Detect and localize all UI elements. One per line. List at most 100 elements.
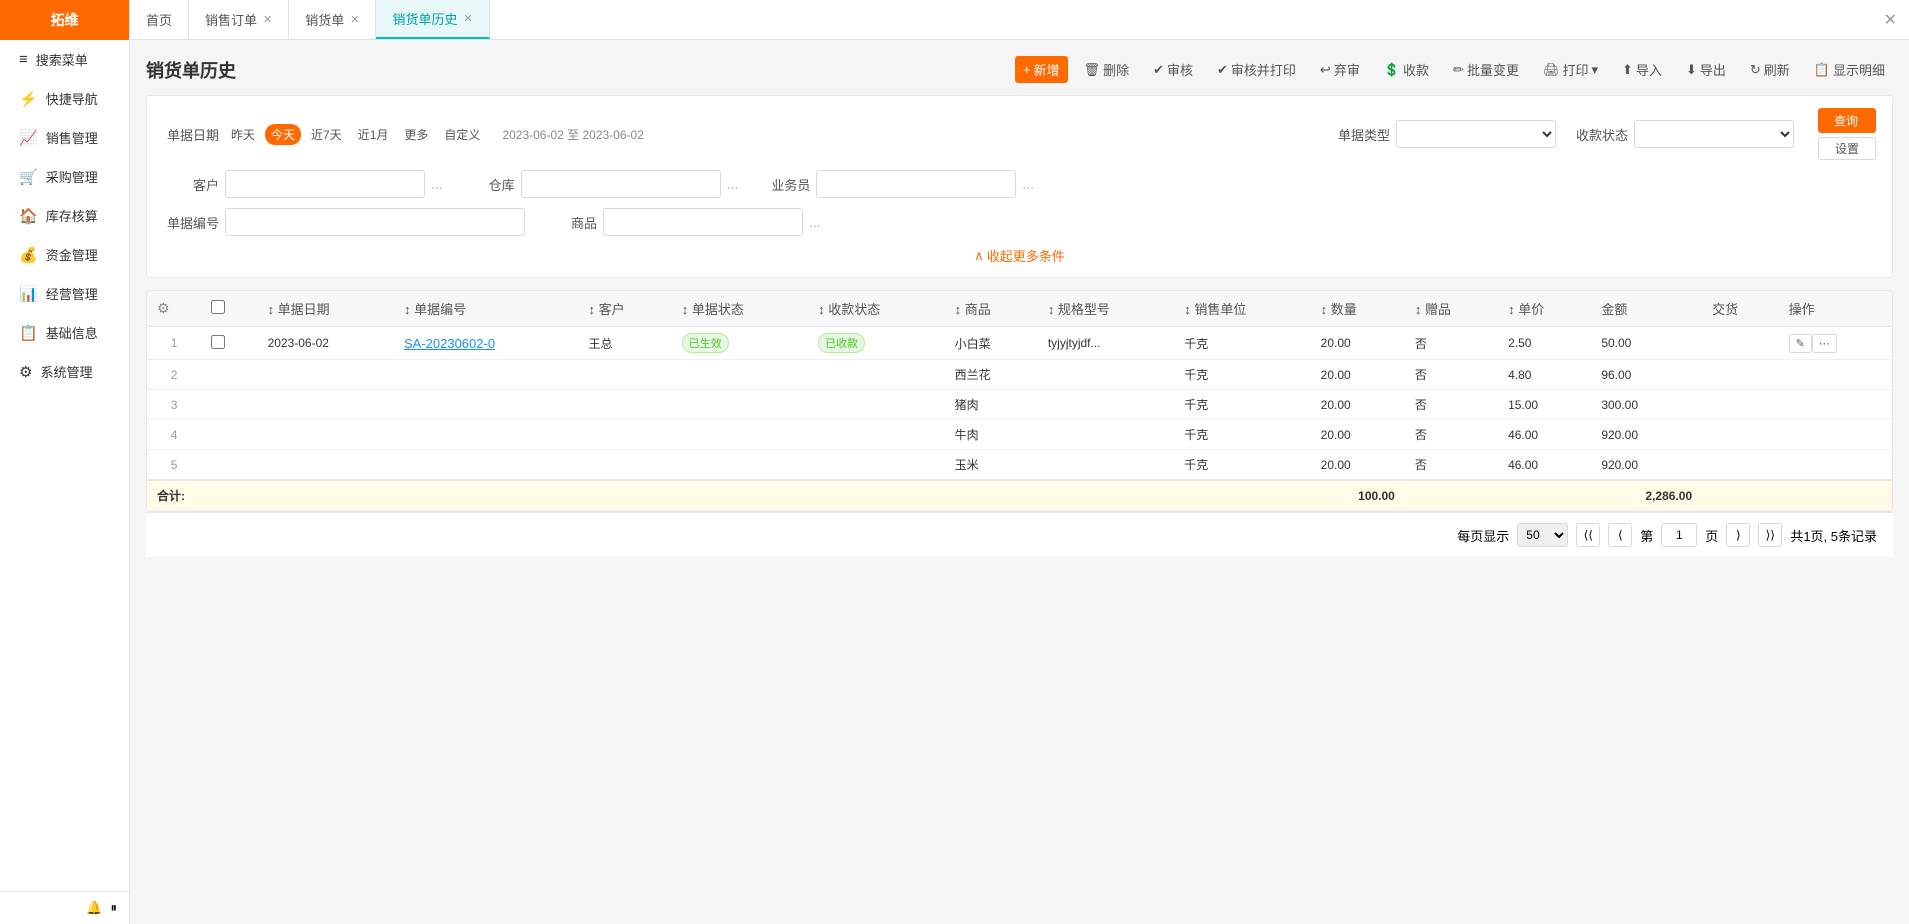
sidebar-item-base-info[interactable]: 📋 基础信息 [0,313,129,352]
print-button[interactable]: 🖨 打印 ▾ [1535,56,1606,83]
tab-home[interactable]: 首页 [130,0,189,39]
show-detail-button[interactable]: 📋 显示明细 [1806,56,1893,83]
last-page-button[interactable]: ⟩⟩ [1758,523,1782,547]
delete-button[interactable]: 🗑 删除 [1076,56,1138,83]
tab-sales-history-close[interactable]: ✕ [464,12,473,25]
abandon-button[interactable]: ↩ 弃审 [1312,56,1368,83]
query-button[interactable]: 查询 [1818,108,1876,133]
sidebar-bottom: 🔔 ⏸ [0,891,129,924]
tab-sales-delivery[interactable]: 销货单 ✕ [289,0,376,39]
date-tag-7days[interactable]: 近7天 [305,124,348,145]
col-spec[interactable]: ↕ 规格型号 [1038,291,1174,327]
export-button[interactable]: ⬇ 导出 [1678,56,1734,83]
col-doc-no[interactable]: ↕ 单据编号 [394,291,579,327]
next-page-button[interactable]: ⟩ [1726,523,1750,547]
sidebar-collapse[interactable]: 🔔 ⏸ [0,892,129,924]
inventory-icon: 🏠 [19,207,38,225]
prev-page-button[interactable]: ⟨ [1608,523,1632,547]
date-tag-yesterday[interactable]: 昨天 [225,124,261,145]
audit-button[interactable]: ✔ 审核 [1145,56,1201,83]
sidebar-item-operations[interactable]: 📊 经营管理 [0,274,129,313]
col-customer[interactable]: ↕ 客户 [579,291,672,327]
show-detail-label: 显示明细 [1833,60,1885,79]
col-qty[interactable]: ↕ 数量 [1311,291,1405,327]
action-cell: ✎⋯ [1779,327,1892,360]
table-settings-icon[interactable]: ⚙ [157,300,170,316]
col-unit[interactable]: ↕ 销售单位 [1174,291,1310,327]
col-gift[interactable]: ↕ 赠品 [1405,291,1498,327]
cell-goods: 西兰花 [945,360,1038,390]
first-page-button[interactable]: ⟨⟨ [1576,523,1600,547]
tab-sales-history[interactable]: 销货单历史 ✕ [376,0,489,39]
col-doc-status[interactable]: ↕ 单据状态 [672,291,808,327]
cell-price: 4.80 [1498,360,1591,390]
customer-input[interactable] [225,170,425,198]
row-checkbox[interactable] [211,335,225,349]
import-button[interactable]: ⬆ 导入 [1614,56,1670,83]
sidebar-item-system[interactable]: ⚙ 系统管理 [0,352,129,391]
collect-button[interactable]: 💲 收款 [1376,56,1437,83]
tab-sales-order[interactable]: 销售订单 ✕ [189,0,289,39]
col-action-label: 操作 [1789,302,1815,317]
doc-type-select[interactable] [1396,120,1556,148]
salesperson-input[interactable] [816,170,1016,198]
sidebar-item-finance[interactable]: 💰 资金管理 [0,235,129,274]
select-all-checkbox[interactable] [211,300,225,314]
cell-transaction [1702,390,1778,420]
cell-unit: 千克 [1174,390,1310,420]
goods-ellipsis-btn[interactable]: ... [809,214,821,230]
per-page-select[interactable]: 50 100 [1517,523,1568,547]
audit-print-button[interactable]: ✔ 审核并打印 [1209,56,1304,83]
date-tag-today[interactable]: 今天 [265,124,301,145]
cell-date [258,450,394,481]
batch-change-button[interactable]: ✏ 批量变更 [1445,56,1527,83]
sidebar-item-purchase-mgmt[interactable]: 🛒 采购管理 [0,157,129,196]
page-unit: 页 [1705,526,1718,545]
page-number-input[interactable] [1661,523,1697,547]
tab-sales-order-close[interactable]: ✕ [263,13,272,26]
sidebar-item-search[interactable]: ≡ 搜索菜单 [0,40,129,79]
row-num: 3 [147,390,201,420]
refresh-button[interactable]: ↻ 刷新 [1742,56,1798,83]
date-tag-1month[interactable]: 近1月 [352,124,395,145]
sidebar-item-inventory[interactable]: 🏠 库存核算 [0,196,129,235]
col-price[interactable]: ↕ 单价 [1498,291,1591,327]
salesperson-ellipsis-btn[interactable]: ... [1022,176,1034,192]
doc-no-link[interactable]: SA-20230602-0 [404,336,495,351]
toolbar: + 新增 🗑 删除 ✔ 审核 ✔ 审核并打印 ↩ 弃审 [1015,56,1893,83]
new-button[interactable]: + 新增 [1015,56,1068,83]
summary-gift-spacer [1405,480,1498,511]
col-collect-status[interactable]: ↕ 收款状态 [808,291,944,327]
col-settings[interactable]: ⚙ [147,291,201,327]
sidebar-item-quick-nav[interactable]: ⚡ 快捷导航 [0,79,129,118]
summary-price-spacer [1498,480,1591,511]
cell-qty: 20.00 [1311,420,1405,450]
tab-sales-delivery-close[interactable]: ✕ [350,13,359,26]
customer-filter-item: 客户 ... [163,170,443,198]
goods-input[interactable] [603,208,803,236]
col-date[interactable]: ↕ 单据日期 [258,291,394,327]
date-tag-more[interactable]: 更多 [398,124,434,145]
date-tag-custom[interactable]: 自定义 [438,124,486,145]
col-goods[interactable]: ↕ 商品 [945,291,1038,327]
tab-bar-right: ✕ [1872,0,1909,39]
window-close-button[interactable]: ✕ [1884,10,1897,30]
warehouse-ellipsis-btn[interactable]: ... [727,176,739,192]
collapse-button[interactable]: ∧ 收起更多条件 [974,246,1065,265]
cell-customer [579,450,672,481]
cell-transaction [1702,360,1778,390]
tab-sales-history-label: 销货单历史 [392,9,457,28]
warehouse-input[interactable] [521,170,721,198]
col-qty-label: ↕ 数量 [1321,302,1357,317]
action-cell [1779,390,1892,420]
collect-status-select[interactable] [1634,120,1794,148]
customer-ellipsis-btn[interactable]: ... [431,176,443,192]
edit-button[interactable]: ✎ [1789,334,1812,353]
more-button[interactable]: ⋯ [1812,334,1837,353]
settings-button[interactable]: 设置 [1818,137,1876,160]
doc-no-input[interactable] [225,208,525,236]
quick-nav-icon: ⚡ [19,90,38,108]
cell-collect_status [808,390,944,420]
sidebar-item-sales-mgmt[interactable]: 📈 销售管理 [0,118,129,157]
import-label: 导入 [1636,60,1662,79]
